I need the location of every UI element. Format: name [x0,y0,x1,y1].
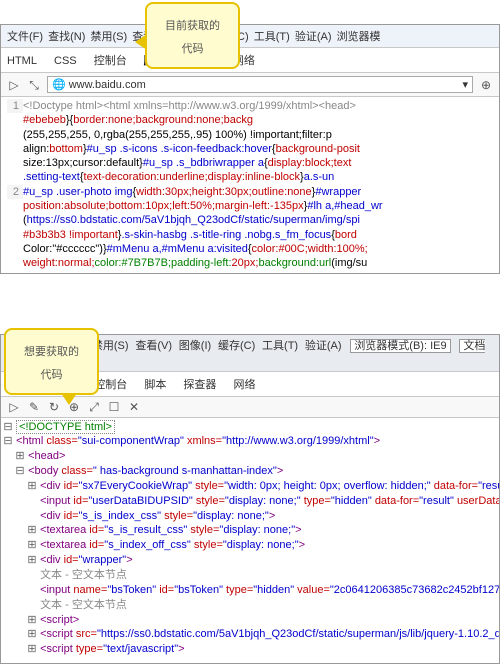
code-viewer: 1<!Doctype html><html xmlns=http://www.w… [1,97,499,273]
tab-console[interactable]: 控制台 [94,55,127,67]
toolbar: ▷ ⤡ 🌐 www.baidu.com ▾ ⊕ [1,73,499,97]
menu-tools[interactable]: 工具(T) [254,31,290,43]
dom-tree[interactable]: ⊟ <!DOCTYPE html> ⊟ <html class="sui-com… [1,418,499,664]
tab-css[interactable]: CSS [54,55,77,67]
tab-network[interactable]: 网络 [233,379,255,391]
clear-icon[interactable]: ✕ [127,400,141,414]
menubar[interactable]: 文件(F) 查找(N) 禁用(S) 查看(V) 图像(I) 缓存(C) 工具(T… [1,25,499,48]
menu-file[interactable]: 文件(F) [7,31,43,43]
menu-browser[interactable]: 浏览器模 [337,31,381,43]
menu-validate[interactable]: 验证(A) [295,31,332,43]
tab-html[interactable]: HTML [7,55,37,67]
cursor-icon[interactable]: ▷ [7,78,21,92]
refresh-icon[interactable]: ↻ [47,400,61,414]
url-text: www.baidu.com [69,79,146,91]
inspect-icon[interactable]: ⤢ [87,400,101,414]
tab-profiler[interactable]: 探查器 [183,379,216,391]
callout-bottom: 想要获取的 代码 [4,328,99,395]
tab-console[interactable]: 控制台 [94,379,127,391]
menu-find[interactable]: 查找(N) [48,31,85,43]
edit-icon[interactable]: ✎ [27,400,41,414]
url-selector[interactable]: 🌐 www.baidu.com ▾ [47,76,473,93]
tool-icon[interactable]: ⊕ [479,78,493,92]
callout-top: 目前获取的 代码 [145,2,240,69]
tab-bar: HTML CSS 控制台 脚本 探查器 网络 [1,48,499,73]
cursor-icon[interactable]: ▷ [7,400,21,414]
globe-icon: 🌐 [52,78,66,91]
outline-icon[interactable]: ☐ [107,400,121,414]
tab-script[interactable]: 脚本 [144,379,166,391]
menu-disable[interactable]: 禁用(S) [90,31,127,43]
devtools-panel-top: 文件(F) 查找(N) 禁用(S) 查看(V) 图像(I) 缓存(C) 工具(T… [0,24,500,274]
pointer-icon[interactable]: ⤡ [27,78,41,92]
chevron-down-icon[interactable]: ▾ [462,78,468,91]
browser-mode[interactable]: 浏览器模式(B): IE9 [350,339,450,353]
